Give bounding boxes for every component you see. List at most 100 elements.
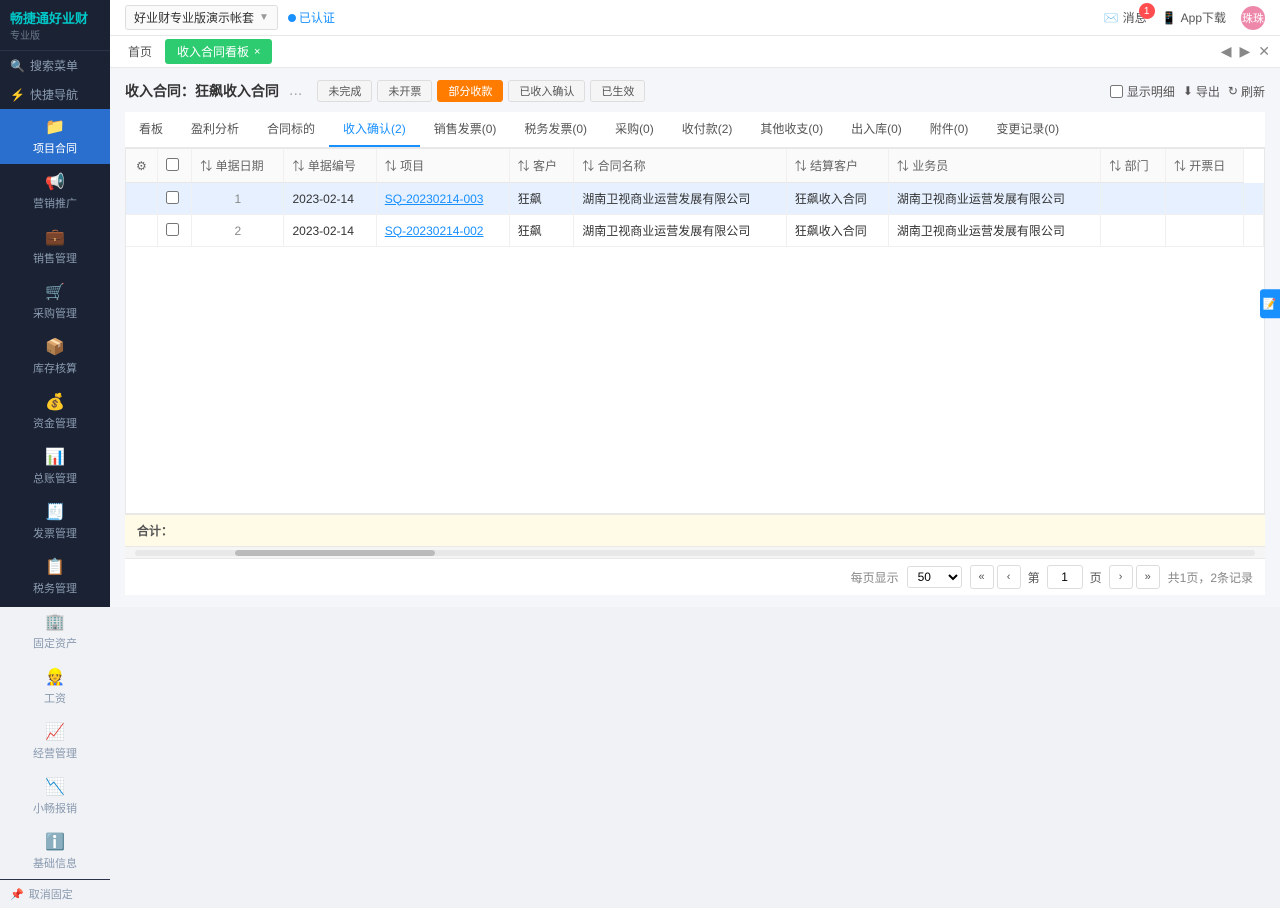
status-buttons: 未完成 未开票 部分收款 已收入确认 已生效 xyxy=(317,80,645,102)
tab-payment[interactable]: 收付款(2) xyxy=(668,112,747,147)
page-label-end: 页 xyxy=(1086,569,1106,586)
assets-icon: 🏢 xyxy=(45,612,65,632)
status-confirmed[interactable]: 已收入确认 xyxy=(508,80,585,102)
app-name: 畅捷通好业财 xyxy=(10,8,100,27)
expense-icon: 📉 xyxy=(45,777,65,797)
horizontal-scrollbar[interactable] xyxy=(125,546,1265,558)
table-row: 1 2023-02-14 SQ-20230214-003 狂飙 湖南卫视商业运营… xyxy=(126,183,1264,215)
salesperson-column-header[interactable]: ⇅ 业务员 xyxy=(888,149,1100,183)
status-effective[interactable]: 已生效 xyxy=(590,80,645,102)
tab-sales-invoice[interactable]: 销售发票(0) xyxy=(420,112,511,147)
pagination: 每页显示 50 100 200 « ‹ 第 页 › » 共1页，2条记录 xyxy=(125,558,1265,595)
tabbar-home[interactable]: 首页 xyxy=(120,38,160,65)
next-page-button[interactable]: › xyxy=(1109,565,1133,589)
ledger-icon: 📊 xyxy=(45,447,65,467)
sidebar-item-sales[interactable]: 💼 销售管理 xyxy=(0,219,110,274)
row-invoicedate xyxy=(1244,215,1264,247)
row-billno[interactable]: SQ-20230214-003 xyxy=(376,183,509,215)
tabbar-controls: ◀ ▶ ✕ xyxy=(1221,43,1270,60)
tabbar-active-tab[interactable]: 收入合同看板 × xyxy=(165,39,272,64)
refresh-button[interactable]: ↻ 刷新 xyxy=(1228,83,1265,100)
billno-column-header[interactable]: ⇅ 单据编号 xyxy=(284,149,376,183)
last-page-button[interactable]: » xyxy=(1136,565,1160,589)
tab-next-icon[interactable]: ▶ xyxy=(1239,43,1250,60)
app-type: 专业版 xyxy=(10,27,100,42)
row-checkbox[interactable] xyxy=(157,183,191,215)
export-button[interactable]: ⬇ 导出 xyxy=(1183,83,1220,100)
tab-profit[interactable]: 盈利分析 xyxy=(177,112,253,147)
payroll-icon: 👷 xyxy=(45,667,65,687)
status-incomplete[interactable]: 未完成 xyxy=(317,80,372,102)
show-detail-input[interactable] xyxy=(1110,85,1123,98)
show-detail-checkbox[interactable]: 显示明细 xyxy=(1110,83,1175,100)
more-options-button[interactable]: ... xyxy=(289,82,302,100)
customer-column-header[interactable]: ⇅ 客户 xyxy=(509,149,574,183)
sidebar-item-contracts[interactable]: 📁 项目合同 xyxy=(0,109,110,164)
user-avatar-button[interactable]: 珠珠 xyxy=(1241,6,1265,30)
tab-tax-invoice[interactable]: 税务发票(0) xyxy=(510,112,601,147)
page-input[interactable] xyxy=(1047,565,1083,589)
side-note-button[interactable]: 📝 xyxy=(1260,289,1280,318)
sidebar-item-assets[interactable]: 🏢 固定资产 xyxy=(0,604,110,659)
page-header: 收入合同：狂飙收入合同 ... 未完成 未开票 部分收款 已收入确认 已生效 显… xyxy=(125,80,1265,102)
tab-attachments[interactable]: 附件(0) xyxy=(916,112,983,147)
tab-contract-item[interactable]: 合同标的 xyxy=(253,112,329,147)
messages-button[interactable]: ✉️ 1 消息 xyxy=(1104,9,1147,26)
sidebar-item-quicknav[interactable]: ⚡ 快捷导航 xyxy=(0,80,110,109)
page-label: 第 xyxy=(1024,569,1044,586)
data-table: ⚙ ⇅ 单据日期 ⇅ 单据编号 ⇅ 项目 xyxy=(125,148,1265,514)
project-column-header[interactable]: ⇅ 项目 xyxy=(376,149,509,183)
tab-change-log[interactable]: 变更记录(0) xyxy=(982,112,1073,147)
per-page-select[interactable]: 50 100 200 xyxy=(907,566,962,588)
tab-warehouse[interactable]: 出入库(0) xyxy=(837,112,916,147)
sidebar-footer[interactable]: 📌 取消固定 xyxy=(0,879,110,908)
settlement-column-header[interactable]: ⇅ 结算客户 xyxy=(786,149,888,183)
sidebar-item-expense[interactable]: 📉 小畅报销 xyxy=(0,769,110,824)
sidebar-item-operations[interactable]: 📈 经营管理 xyxy=(0,714,110,769)
contract-column-header[interactable]: ⇅ 合同名称 xyxy=(574,149,786,183)
invoice-icon: 🧾 xyxy=(45,502,65,522)
tab-prev-icon[interactable]: ◀ xyxy=(1221,43,1232,60)
app-download-button[interactable]: 📱 App下载 xyxy=(1162,9,1226,26)
app-logo: 畅捷通好业财 专业版 xyxy=(0,0,110,51)
sidebar-item-invoice[interactable]: 🧾 发票管理 xyxy=(0,494,110,549)
sidebar-item-purchase[interactable]: 🛒 采购管理 xyxy=(0,274,110,329)
date-column-header[interactable]: ⇅ 单据日期 xyxy=(192,149,284,183)
row-settings xyxy=(126,183,157,215)
sidebar-item-marketing[interactable]: 📢 营销推广 xyxy=(0,164,110,219)
sidebar-item-ledger[interactable]: 📊 总账管理 xyxy=(0,439,110,494)
settings-icon[interactable]: ⚙ xyxy=(136,159,147,173)
baseinfo-icon: ℹ️ xyxy=(45,832,65,852)
tab-close-button[interactable]: × xyxy=(254,46,260,58)
select-all-checkbox[interactable] xyxy=(166,158,179,171)
tab-close-icon[interactable]: ✕ xyxy=(1258,43,1270,60)
sidebar-item-funds[interactable]: 💰 资金管理 xyxy=(0,384,110,439)
tab-kanban[interactable]: 看板 xyxy=(125,112,177,147)
tab-revenue-confirm[interactable]: 收入确认(2) xyxy=(329,112,420,147)
department-column-header[interactable]: ⇅ 部门 xyxy=(1101,149,1166,183)
status-partial-collection[interactable]: 部分收款 xyxy=(437,80,503,102)
prev-page-button[interactable]: ‹ xyxy=(997,565,1021,589)
invoicedate-column-header[interactable]: ⇅ 开票日 xyxy=(1165,149,1243,183)
table-header-row: ⚙ ⇅ 单据日期 ⇅ 单据编号 ⇅ 项目 xyxy=(126,149,1264,183)
row-department xyxy=(1165,183,1243,215)
sidebar-item-inventory[interactable]: 📦 库存核算 xyxy=(0,329,110,384)
message-badge: 1 xyxy=(1139,3,1155,19)
row-date: 2023-02-14 xyxy=(284,183,376,215)
first-page-button[interactable]: « xyxy=(970,565,994,589)
row-billno[interactable]: SQ-20230214-002 xyxy=(376,215,509,247)
table-row: 2 2023-02-14 SQ-20230214-002 狂飙 湖南卫视商业运营… xyxy=(126,215,1264,247)
page-actions: 显示明细 ⬇ 导出 ↻ 刷新 xyxy=(1110,83,1265,100)
tab-other-income[interactable]: 其他收支(0) xyxy=(746,112,837,147)
row-checkbox[interactable] xyxy=(157,215,191,247)
sidebar-item-search[interactable]: 🔍 搜索菜单 xyxy=(0,51,110,80)
status-uninvoiced[interactable]: 未开票 xyxy=(377,80,432,102)
checkbox-column-header xyxy=(157,149,191,183)
company-selector[interactable]: 好业财专业版演示帐套 ▼ xyxy=(125,5,278,30)
tab-purchase[interactable]: 采购(0) xyxy=(601,112,668,147)
sidebar-item-tax[interactable]: 📋 税务管理 xyxy=(0,549,110,604)
sidebar-item-payroll[interactable]: 👷 工资 xyxy=(0,659,110,714)
sidebar-item-baseinfo[interactable]: ℹ️ 基础信息 xyxy=(0,824,110,879)
tabbar: 首页 收入合同看板 × ◀ ▶ ✕ xyxy=(110,36,1280,68)
scroll-thumb[interactable] xyxy=(235,550,435,556)
